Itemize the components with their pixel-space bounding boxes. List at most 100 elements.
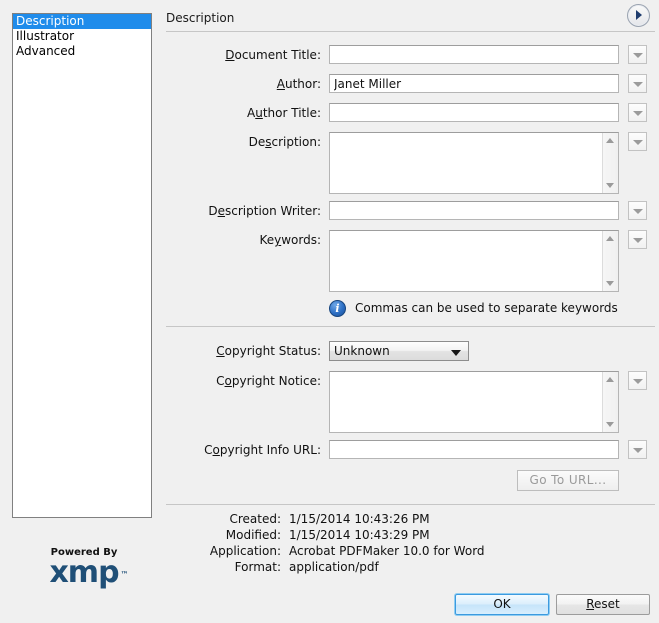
sidebar-item-label: Illustrator	[16, 29, 74, 43]
author-input[interactable]	[329, 74, 619, 93]
label-mnemonic: C	[216, 344, 224, 358]
sidebar-item-illustrator[interactable]: Illustrator	[13, 29, 151, 44]
label-part: C	[216, 374, 224, 388]
xmp-wordmark-text: xmp	[49, 555, 118, 590]
label-part: Ke	[259, 233, 274, 247]
chevron-down-icon	[633, 448, 643, 453]
author-title-dropdown-button[interactable]	[628, 103, 647, 122]
copyright-notice-textarea-text	[330, 372, 603, 432]
chevron-down-icon	[633, 209, 643, 214]
scroll-up-icon[interactable]	[603, 134, 617, 148]
divider-top	[166, 31, 655, 32]
metadata-value: Acrobat PDFMaker 10.0 for Word	[289, 544, 485, 558]
document-title-input[interactable]	[329, 45, 619, 64]
chevron-down-icon	[633, 379, 643, 384]
label-part: pyright Notice:	[232, 374, 321, 388]
label-part: scription Writer:	[225, 204, 321, 218]
keywords-textarea-text	[330, 231, 603, 291]
copyright-info-url-label: Copyright Info URL:	[161, 443, 321, 457]
xmp-wordmark: xmp™	[49, 558, 118, 587]
label-part: eset	[594, 597, 620, 611]
metadata-label: Modified:	[161, 528, 281, 542]
label-part: De	[249, 135, 266, 149]
copyright-notice-label: Copyright Notice:	[161, 374, 321, 388]
label-part: A	[247, 106, 255, 120]
description-label: Description:	[161, 135, 321, 149]
chevron-down-icon	[633, 140, 643, 145]
label-part: words:	[281, 233, 321, 247]
description-panel: Description Document Title: Author: Auth…	[161, 0, 659, 623]
scroll-down-icon[interactable]	[603, 178, 617, 192]
copyright-info-url-input[interactable]	[329, 440, 619, 459]
document-metadata-list: Created: 1/15/2014 10:43:26 PM Modified:…	[161, 512, 655, 576]
author-title-label: Author Title:	[161, 106, 321, 120]
sidebar-category-list[interactable]: Description Illustrator Advanced	[12, 13, 152, 518]
metadata-row-created: Created: 1/15/2014 10:43:26 PM	[161, 512, 655, 528]
play-triangle-icon	[636, 10, 642, 20]
scroll-down-icon[interactable]	[603, 276, 617, 290]
chevron-down-icon	[633, 82, 643, 87]
metadata-label: Format:	[161, 560, 281, 574]
metadata-value: 1/15/2014 10:43:29 PM	[289, 528, 430, 542]
scroll-down-icon[interactable]	[603, 417, 617, 431]
copyright-notice-textarea[interactable]	[329, 371, 619, 433]
label-mnemonic: R	[586, 597, 594, 611]
description-writer-label: Description Writer:	[161, 204, 321, 218]
sidebar-item-advanced[interactable]: Advanced	[13, 44, 151, 59]
sidebar-item-description[interactable]: Description	[13, 14, 151, 29]
divider-bottom	[166, 504, 655, 505]
scroll-up-icon[interactable]	[603, 232, 617, 246]
panel-options-button[interactable]	[627, 4, 650, 27]
divider-middle	[166, 326, 655, 327]
copyright-status-label: Copyright Status:	[161, 344, 321, 358]
document-title-label: Document Title:	[161, 48, 321, 62]
description-scrollbar[interactable]	[602, 133, 618, 193]
info-icon: i	[329, 300, 346, 317]
label-mnemonic: o	[225, 374, 232, 388]
label-part: thor Title:	[263, 106, 321, 120]
page-title: Description	[166, 11, 234, 25]
chevron-down-icon	[633, 111, 643, 116]
scroll-up-icon[interactable]	[603, 373, 617, 387]
label-part: pyright Info URL:	[220, 443, 321, 457]
label-part: D	[208, 204, 217, 218]
copyright-info-url-dropdown-button[interactable]	[628, 440, 647, 459]
description-writer-input[interactable]	[329, 201, 619, 220]
chevron-down-icon	[633, 238, 643, 243]
description-textarea[interactable]	[329, 132, 619, 194]
metadata-label: Created:	[161, 512, 281, 526]
metadata-label: Application:	[161, 544, 281, 558]
label-part: ocument Title:	[234, 48, 321, 62]
author-title-input[interactable]	[329, 103, 619, 122]
go-to-url-button[interactable]: Go To URL...	[517, 470, 619, 491]
label-mnemonic: o	[213, 443, 220, 457]
copyright-notice-dropdown-button[interactable]	[628, 371, 647, 390]
reset-button[interactable]: Reset	[556, 594, 650, 615]
chevron-down-icon	[633, 53, 643, 58]
copyright-notice-scrollbar[interactable]	[602, 372, 618, 432]
keywords-textarea[interactable]	[329, 230, 619, 292]
keywords-label: Keywords:	[161, 233, 321, 247]
keywords-dropdown-button[interactable]	[628, 230, 647, 249]
metadata-row-format: Format: application/pdf	[161, 560, 655, 576]
label-part: cription:	[271, 135, 321, 149]
metadata-row-application: Application: Acrobat PDFMaker 10.0 for W…	[161, 544, 655, 560]
copyright-status-select[interactable]: Unknown	[329, 341, 469, 361]
description-textarea-text	[330, 133, 603, 193]
description-writer-dropdown-button[interactable]	[628, 201, 647, 220]
trademark-icon: ™	[121, 560, 128, 589]
keywords-scrollbar[interactable]	[602, 231, 618, 291]
chevron-down-icon	[451, 350, 461, 356]
label-mnemonic: e	[218, 204, 225, 218]
label-part: opyright Status:	[225, 344, 321, 358]
label-mnemonic: u	[255, 106, 263, 120]
label-part: C	[204, 443, 212, 457]
xmp-logo: Powered By xmp™	[34, 547, 134, 587]
author-dropdown-button[interactable]	[628, 74, 647, 93]
label-part: uthor:	[285, 77, 321, 91]
sidebar-item-label: Advanced	[16, 44, 75, 58]
sidebar-item-label: Description	[16, 14, 84, 28]
ok-button[interactable]: OK	[455, 594, 549, 615]
description-dropdown-button[interactable]	[628, 132, 647, 151]
document-title-dropdown-button[interactable]	[628, 45, 647, 64]
